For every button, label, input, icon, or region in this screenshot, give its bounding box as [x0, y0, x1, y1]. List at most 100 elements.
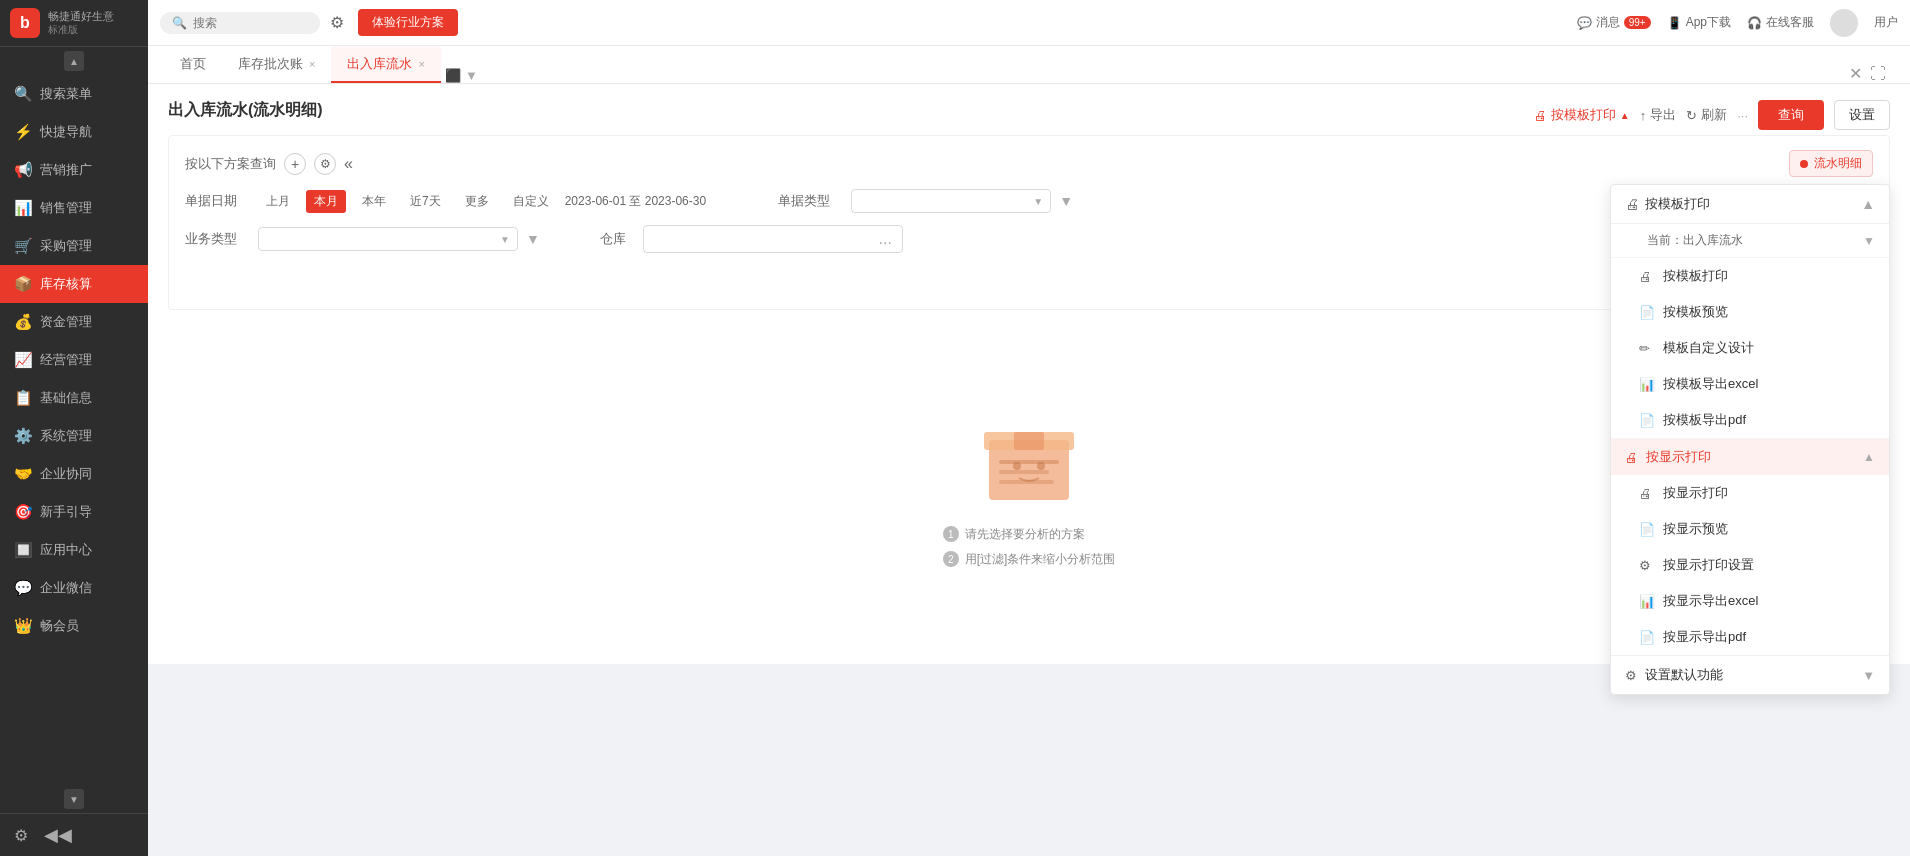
dropdown-display-export-pdf[interactable]: 📄 按显示导出pdf — [1611, 619, 1889, 655]
more-actions-icon[interactable]: ··· — [1737, 108, 1748, 123]
app-download-label: App下载 — [1686, 14, 1731, 31]
sidebar: b 畅捷通好生意 标准版 ▲ 🔍 搜索菜单 ⚡ 快捷导航 📢 营销推广 — [0, 0, 148, 856]
sidebar-item-marketing[interactable]: 📢 营销推广 — [0, 151, 148, 189]
tab-expand-icon[interactable]: ⛶ — [1870, 65, 1886, 83]
settings-btn[interactable]: 设置 — [1834, 100, 1890, 130]
search-input[interactable] — [193, 16, 293, 30]
template-custom-label: 模板自定义设计 — [1663, 339, 1754, 357]
dropdown-display-preview[interactable]: 📄 按显示预览 — [1611, 511, 1889, 547]
tab-home[interactable]: 首页 — [164, 47, 222, 83]
sidebar-footer: ⚙ ◀◀ — [0, 813, 148, 856]
business-type-expand[interactable]: ▼ — [526, 231, 540, 247]
display-preview-label: 按显示预览 — [1663, 520, 1728, 538]
page-wrapper: 出入库流水(流水明细) 按以下方案查询 + ⚙ « — [148, 84, 1910, 664]
warehouse-input[interactable]: ... — [643, 225, 903, 253]
sidebar-scroll-up[interactable]: ▲ — [64, 51, 84, 71]
dropdown-display-export-excel[interactable]: 📊 按显示导出excel — [1611, 583, 1889, 619]
dropdown-display-settings[interactable]: ⚙ 按显示打印设置 — [1611, 547, 1889, 583]
sidebar-item-finance[interactable]: 💰 资金管理 — [0, 303, 148, 341]
message-action[interactable]: 💬 消息 99+ — [1577, 14, 1651, 31]
print-template-btn[interactable]: 🖨 按模板打印 ▲ — [1534, 106, 1630, 124]
hint-2-num: 2 — [943, 551, 959, 567]
content-area: 出入库流水(流水明细) 按以下方案查询 + ⚙ « — [148, 84, 1910, 856]
query-btn[interactable]: 查询 — [1758, 100, 1824, 130]
settings-footer-icon[interactable]: ⚙ — [14, 826, 28, 845]
date-btn-this-year[interactable]: 本年 — [354, 190, 394, 213]
expand-icon: ⬛ — [445, 68, 461, 83]
tab-batch-account-close[interactable]: × — [309, 58, 315, 70]
dropdown-template-export-excel[interactable]: 📊 按模板导出excel — [1611, 366, 1889, 402]
sidebar-scroll-down[interactable]: ▼ — [64, 789, 84, 809]
filter-collapse-btn[interactable]: « — [344, 155, 353, 173]
tab-close-all-icon[interactable]: ✕ — [1849, 64, 1862, 83]
filter-settings-btn[interactable]: ⚙ — [314, 153, 336, 175]
empty-hint-1: 1 请先选择要分析的方案 — [943, 526, 1116, 543]
dropdown-footer-left: ⚙ 设置默认功能 — [1625, 666, 1723, 684]
date-btn-this-month[interactable]: 本月 — [306, 190, 346, 213]
page-title: 出入库流水(流水明细) — [168, 100, 323, 121]
sidebar-item-vip[interactable]: 👑 畅会员 — [0, 607, 148, 645]
sidebar-item-search-menu[interactable]: 🔍 搜索菜单 — [0, 75, 148, 113]
dropdown-footer[interactable]: ⚙ 设置默认功能 ▼ — [1611, 655, 1889, 694]
svg-point-6 — [1013, 462, 1021, 470]
business-type-filter: 业务类型 ▼ — [185, 227, 540, 251]
svg-rect-4 — [999, 470, 1049, 474]
sidebar-item-operations[interactable]: 📈 经营管理 — [0, 341, 148, 379]
tab-batch-account[interactable]: 库存批次账 × — [222, 47, 331, 83]
online-service-label: 在线客服 — [1766, 14, 1814, 31]
template-export-excel-label: 按模板导出excel — [1663, 375, 1758, 393]
settings-icon[interactable]: ⚙ — [330, 13, 344, 32]
svg-point-7 — [1037, 462, 1045, 470]
dropdown-template-preview[interactable]: 📄 按模板预览 — [1611, 294, 1889, 330]
collapse-sidebar-icon[interactable]: ◀◀ — [44, 824, 72, 846]
date-btn-custom[interactable]: 自定义 — [505, 190, 557, 213]
dropdown-current: 当前：出入库流水 ▼ — [1611, 224, 1889, 257]
sidebar-item-app-center[interactable]: 🔲 应用中心 — [0, 531, 148, 569]
tab-flow-close[interactable]: × — [418, 58, 424, 70]
export-icon: ↑ — [1640, 108, 1647, 123]
header-search[interactable]: 🔍 — [160, 12, 320, 34]
sidebar-item-wechat[interactable]: 💬 企业微信 — [0, 569, 148, 607]
sidebar-item-basic[interactable]: 📋 基础信息 — [0, 379, 148, 417]
export-btn[interactable]: ↑ 导出 — [1640, 106, 1677, 124]
warehouse-more-icon[interactable]: ... — [879, 230, 892, 248]
display-export-excel-label: 按显示导出excel — [1663, 592, 1758, 610]
user-avatar[interactable] — [1830, 9, 1858, 37]
refresh-btn[interactable]: ↻ 刷新 — [1686, 106, 1727, 124]
dropdown-template-print[interactable]: 🖨 按模板打印 — [1611, 258, 1889, 294]
message-badge: 99+ — [1624, 16, 1651, 29]
date-btn-more[interactable]: 更多 — [457, 190, 497, 213]
date-btn-7days[interactable]: 近7天 — [402, 190, 449, 213]
collab-icon: 🤝 — [14, 465, 32, 483]
sidebar-item-quick-nav[interactable]: ⚡ 快捷导航 — [0, 113, 148, 151]
sidebar-item-system[interactable]: ⚙️ 系统管理 — [0, 417, 148, 455]
tab-home-label: 首页 — [180, 55, 206, 73]
sidebar-item-collab[interactable]: 🤝 企业协同 — [0, 455, 148, 493]
app-download-action[interactable]: 📱 App下载 — [1667, 14, 1731, 31]
tab-flow[interactable]: 出入库流水 × — [331, 47, 440, 83]
dropdown-display-print[interactable]: 🖨 按显示打印 — [1611, 475, 1889, 511]
doc-type-expand[interactable]: ▼ — [1059, 193, 1073, 209]
sidebar-item-inventory[interactable]: 📦 库存核算 — [0, 265, 148, 303]
refresh-icon: ↻ — [1686, 108, 1697, 123]
trial-btn[interactable]: 体验行业方案 — [358, 9, 458, 36]
dropdown-template-custom[interactable]: ✏ 模板自定义设计 — [1611, 330, 1889, 366]
dropdown-collapse-btn[interactable]: ▲ — [1861, 196, 1875, 212]
online-service-action[interactable]: 🎧 在线客服 — [1747, 14, 1814, 31]
display-section-header[interactable]: 🖨 按显示打印 ▲ — [1611, 439, 1889, 475]
tab-expand[interactable]: ⬛ ▼ — [445, 68, 478, 83]
dropdown-header-title: 🖨 按模板打印 — [1625, 195, 1710, 213]
empty-illustration — [969, 390, 1089, 510]
display-settings-label: 按显示打印设置 — [1663, 556, 1754, 574]
sidebar-item-purchase[interactable]: 🛒 采购管理 — [0, 227, 148, 265]
business-type-select[interactable] — [258, 227, 518, 251]
finance-icon: 💰 — [14, 313, 32, 331]
filter-add-btn[interactable]: + — [284, 153, 306, 175]
dropdown-template-export-pdf[interactable]: 📄 按模板导出pdf — [1611, 402, 1889, 438]
doc-type-select[interactable] — [851, 189, 1051, 213]
template-print-label: 按模板打印 — [1663, 267, 1728, 285]
sidebar-item-sales[interactable]: 📊 销售管理 — [0, 189, 148, 227]
date-btn-last-month[interactable]: 上月 — [258, 190, 298, 213]
sidebar-item-guide[interactable]: 🎯 新手引导 — [0, 493, 148, 531]
empty-hint-2: 2 用[过滤]条件来缩小分析范围 — [943, 551, 1116, 568]
